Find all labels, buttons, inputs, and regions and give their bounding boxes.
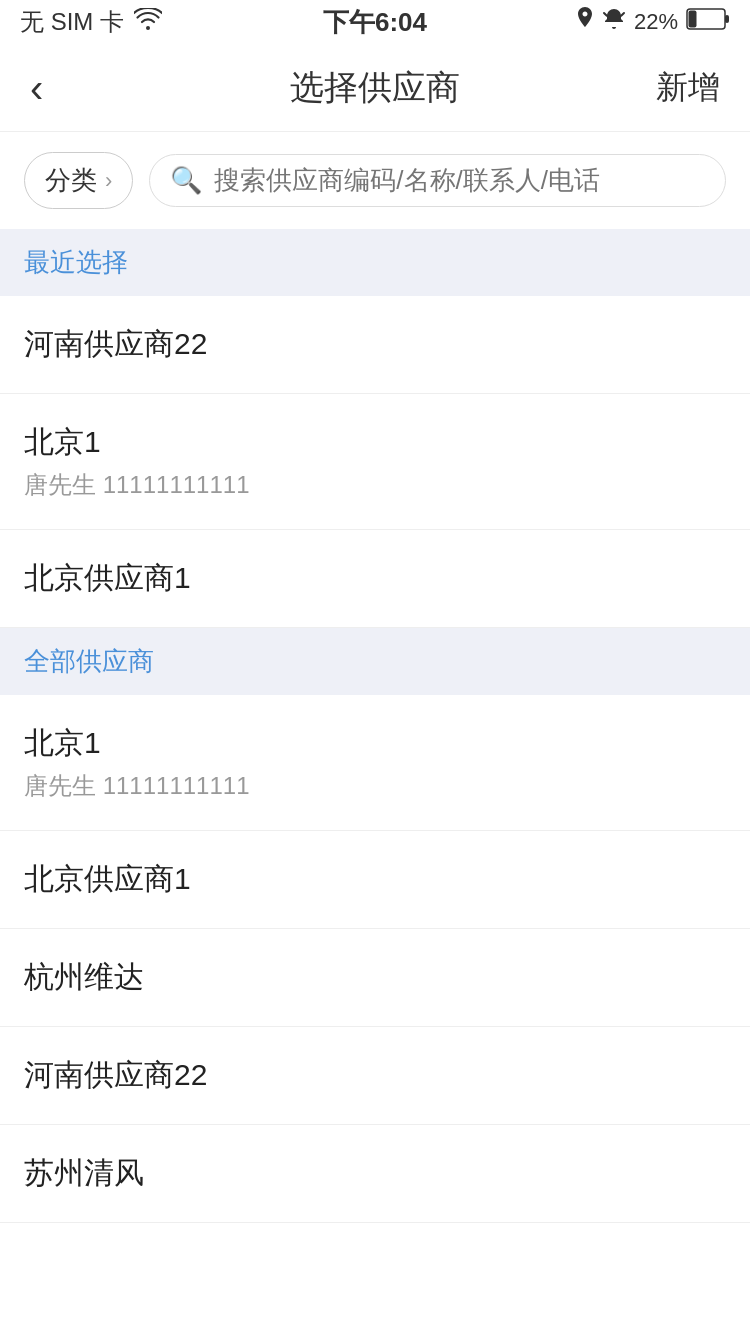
filter-bar: 分类 › 🔍 (0, 132, 750, 229)
back-button[interactable]: ‹ (30, 58, 53, 118)
all-list-item[interactable]: 苏州清风 (0, 1125, 750, 1223)
item-name: 河南供应商22 (24, 1055, 726, 1096)
all-list-item[interactable]: 北京供应商1 (0, 831, 750, 929)
status-left: 无 SIM 卡 (20, 6, 162, 38)
battery-icon (686, 8, 730, 36)
all-list-item[interactable]: 北京1 唐先生 11111111111 (0, 695, 750, 831)
status-bar: 无 SIM 卡 下午6:04 22% (0, 0, 750, 44)
recent-section-header: 最近选择 (0, 229, 750, 296)
wifi-icon (134, 8, 162, 36)
item-name: 苏州清风 (24, 1153, 726, 1194)
recent-list-item[interactable]: 北京供应商1 (0, 530, 750, 628)
search-box: 🔍 (149, 154, 726, 207)
alarm-icon (602, 7, 626, 37)
search-icon: 🔍 (170, 165, 202, 196)
category-label: 分类 (45, 163, 97, 198)
carrier-text: 无 SIM 卡 (20, 6, 124, 38)
chevron-right-icon: › (105, 168, 112, 194)
nav-bar: ‹ 选择供应商 新增 (0, 44, 750, 132)
item-name: 北京1 (24, 422, 726, 463)
status-right: 22% (576, 7, 730, 37)
all-section-label: 全部供应商 (24, 646, 154, 676)
recent-list-item[interactable]: 北京1 唐先生 11111111111 (0, 394, 750, 530)
recent-section-label: 最近选择 (24, 247, 128, 277)
all-section-header: 全部供应商 (0, 628, 750, 695)
battery-text: 22% (634, 9, 678, 35)
item-name: 北京供应商1 (24, 558, 726, 599)
recent-list: 河南供应商22 北京1 唐先生 11111111111 北京供应商1 (0, 296, 750, 628)
item-name: 杭州维达 (24, 957, 726, 998)
svg-rect-2 (725, 15, 729, 23)
category-button[interactable]: 分类 › (24, 152, 133, 209)
all-list: 北京1 唐先生 11111111111 北京供应商1 杭州维达河南供应商22 苏州清… (0, 695, 750, 1223)
status-time: 下午6:04 (323, 5, 427, 40)
recent-list-item[interactable]: 河南供应商22 (0, 296, 750, 394)
page-title: 选择供应商 (290, 65, 460, 111)
all-list-item[interactable]: 杭州维达 (0, 929, 750, 1027)
all-list-item[interactable]: 河南供应商22 (0, 1027, 750, 1125)
search-input[interactable] (214, 165, 705, 196)
item-name: 北京供应商1 (24, 859, 726, 900)
location-icon (576, 7, 594, 37)
item-name: 北京1 (24, 723, 726, 764)
item-detail: 唐先生 11111111111 (24, 469, 726, 501)
svg-rect-1 (689, 11, 697, 28)
item-detail: 唐先生 11111111111 (24, 770, 726, 802)
item-name: 河南供应商22 (24, 324, 726, 365)
add-button[interactable]: 新增 (656, 66, 720, 110)
